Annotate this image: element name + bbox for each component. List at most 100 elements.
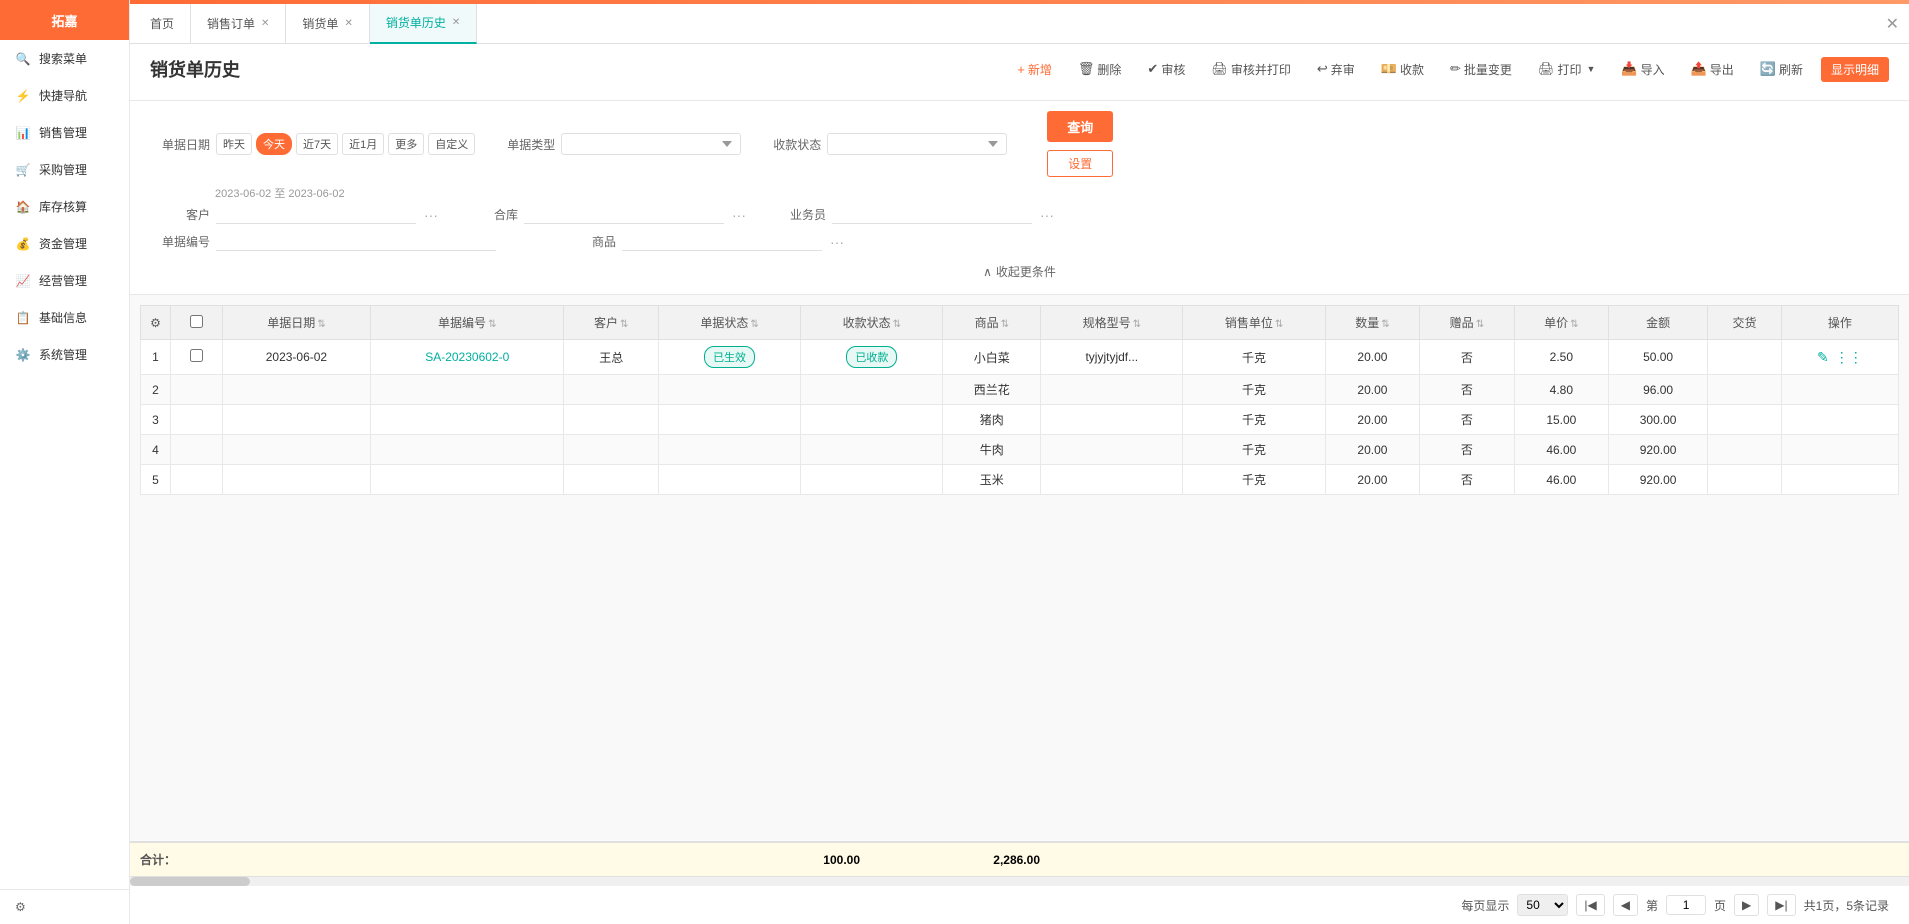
abandon-button[interactable]: ↩ 弃审 (1309, 57, 1363, 82)
sidebar-item-system-mgmt[interactable]: ⚙️ 系统管理 (0, 336, 129, 373)
th-payment-status[interactable]: 收款状态⇅ (801, 306, 943, 340)
more-icon[interactable]: ⋮⋮ (1835, 349, 1863, 366)
sidebar-item-purchase-mgmt[interactable]: 🛒 采购管理 (0, 151, 129, 188)
tab-sales-order[interactable]: 销售订单 ✕ (191, 4, 286, 44)
th-unit[interactable]: 销售单位⇅ (1183, 306, 1325, 340)
tab-sales-order-label: 销售订单 (207, 15, 255, 32)
th-qty[interactable]: 数量⇅ (1325, 306, 1419, 340)
th-gear[interactable]: ⚙ (141, 306, 171, 340)
product-label: 商品 (556, 233, 616, 250)
sort-icon: ⇅ (1275, 319, 1283, 330)
last-page-button[interactable]: ▶| (1767, 894, 1795, 916)
tab-sales-delivery[interactable]: 销货单 ✕ (286, 4, 369, 44)
tab-sales-history-close[interactable]: ✕ (452, 17, 460, 28)
show-details-button[interactable]: 显示明细 (1821, 57, 1889, 82)
th-doc-num[interactable]: 单据编号⇅ (371, 306, 564, 340)
sidebar-item-inventory-calc[interactable]: 🏠 库存核算 (0, 188, 129, 225)
scrollbar-area[interactable] (130, 876, 1909, 886)
date-btn-custom[interactable]: 自定义 (428, 133, 475, 155)
payment-status-select[interactable] (827, 133, 1007, 155)
customer-cell (564, 435, 658, 465)
sidebar-item-basic-info[interactable]: 📋 基础信息 (0, 299, 129, 336)
print-icon: 🖨 (1538, 61, 1555, 77)
doc-type-select[interactable] (561, 133, 741, 155)
app-logo: 拓嘉 (0, 0, 129, 40)
spec-cell (1041, 375, 1183, 405)
customer-cell (564, 465, 658, 495)
doc-num-link[interactable]: SA-20230602-0 (425, 350, 509, 364)
th-gift[interactable]: 赠品⇅ (1420, 306, 1514, 340)
sales-icon: 📊 (15, 125, 31, 141)
doc-date-cell (222, 465, 370, 495)
row-num-cell: 4 (141, 435, 171, 465)
export-button[interactable]: 📤 导出 (1683, 57, 1742, 82)
th-unit-price[interactable]: 单价⇅ (1514, 306, 1608, 340)
payment-status-cell (801, 375, 943, 405)
th-doc-date[interactable]: 单据日期⇅ (222, 306, 370, 340)
date-btn-today[interactable]: 今天 (256, 133, 292, 155)
warehouse-input[interactable] (524, 205, 724, 224)
th-customer[interactable]: 客户⇅ (564, 306, 658, 340)
delete-button[interactable]: 🗑 删除 (1070, 57, 1130, 82)
tab-sales-order-close[interactable]: ✕ (261, 18, 269, 29)
date-btn-more[interactable]: 更多 (388, 133, 424, 155)
th-product[interactable]: 商品⇅ (943, 306, 1041, 340)
sidebar-item-sales-mgmt[interactable]: 📊 销售管理 (0, 114, 129, 151)
collect-button[interactable]: 💴 收款 (1373, 57, 1432, 82)
first-page-button[interactable]: |◀ (1576, 894, 1604, 916)
th-spec[interactable]: 规格型号⇅ (1041, 306, 1183, 340)
select-all-checkbox[interactable] (190, 315, 203, 328)
tab-sales-history[interactable]: 销货单历史 ✕ (370, 4, 477, 44)
warehouse-dots[interactable]: ··· (732, 207, 746, 223)
sidebar-item-business-mgmt[interactable]: 📈 经营管理 (0, 262, 129, 299)
date-buttons-group: 昨天 今天 近7天 近1月 更多 自定义 (216, 133, 475, 155)
customer-dots[interactable]: ··· (424, 207, 438, 223)
sidebar-item-quick-nav[interactable]: ⚡ 快捷导航 (0, 77, 129, 114)
date-btn-7days[interactable]: 近7天 (296, 133, 338, 155)
per-page-select[interactable]: 50 100 200 (1517, 894, 1568, 916)
sort-icon: ⇅ (317, 319, 325, 330)
batch-change-button[interactable]: ✏ 批量变更 (1442, 57, 1520, 82)
edit-icon[interactable]: ✎ (1817, 349, 1829, 366)
audit-print-button[interactable]: 🖨 审核并打印 (1203, 57, 1299, 82)
doc-type-label: 单据类型 (495, 136, 555, 153)
row-checkbox[interactable] (190, 349, 203, 362)
prev-page-button[interactable]: ◀ (1613, 894, 1638, 916)
filter-payment-status: 收款状态 (761, 133, 1007, 155)
set-button[interactable]: 设置 (1047, 150, 1113, 177)
gift-cell: 否 (1420, 465, 1514, 495)
page-number-input[interactable] (1666, 895, 1706, 915)
doc-num-input[interactable] (216, 232, 496, 251)
gear-icon: ⚙ (15, 900, 26, 914)
query-button[interactable]: 查询 (1047, 111, 1113, 142)
new-button[interactable]: + 新增 (1009, 57, 1060, 82)
audit-button[interactable]: ✔ 审核 (1139, 57, 1193, 82)
tab-sales-delivery-close[interactable]: ✕ (344, 18, 352, 29)
table-row: 5 玉米 千克 20.00 否 46.00 920.00 (141, 465, 1899, 495)
import-button[interactable]: 📥 导入 (1613, 57, 1672, 82)
sort-icon: ⇅ (1001, 319, 1009, 330)
salesperson-input[interactable] (832, 205, 1032, 224)
th-doc-status[interactable]: 单据状态⇅ (658, 306, 800, 340)
sort-icon: ⇅ (1381, 319, 1389, 330)
collapse-button[interactable]: ∧ 收起更条件 (983, 259, 1056, 284)
product-input[interactable] (622, 232, 822, 251)
refresh-button[interactable]: 🔄 刷新 (1752, 57, 1811, 82)
payment-status-cell: 已收款 (801, 340, 943, 375)
close-all-tabs[interactable]: ✕ (1886, 16, 1899, 33)
sidebar-item-search-menu[interactable]: 🔍 搜索菜单 (0, 40, 129, 77)
print-button[interactable]: 🖨 打印 ▼ (1530, 57, 1603, 82)
sidebar-bottom-settings[interactable]: ⚙ (0, 890, 129, 924)
date-btn-yesterday[interactable]: 昨天 (216, 133, 252, 155)
product-dots[interactable]: ··· (830, 234, 844, 250)
date-btn-1month[interactable]: 近1月 (342, 133, 384, 155)
next-page-button[interactable]: ▶ (1734, 894, 1759, 916)
customer-input[interactable] (216, 205, 416, 224)
spec-cell (1041, 435, 1183, 465)
tab-home[interactable]: 首页 (130, 4, 191, 44)
inventory-icon: 🏠 (15, 199, 31, 215)
main-content: 首页 销售订单 ✕ 销货单 ✕ 销货单历史 ✕ ✕ 销货单历史 + 新增 (130, 0, 1909, 924)
salesperson-dots[interactable]: ··· (1040, 207, 1054, 223)
scrollbar-thumb[interactable] (130, 877, 250, 886)
sidebar-item-finance-mgmt[interactable]: 💰 资金管理 (0, 225, 129, 262)
